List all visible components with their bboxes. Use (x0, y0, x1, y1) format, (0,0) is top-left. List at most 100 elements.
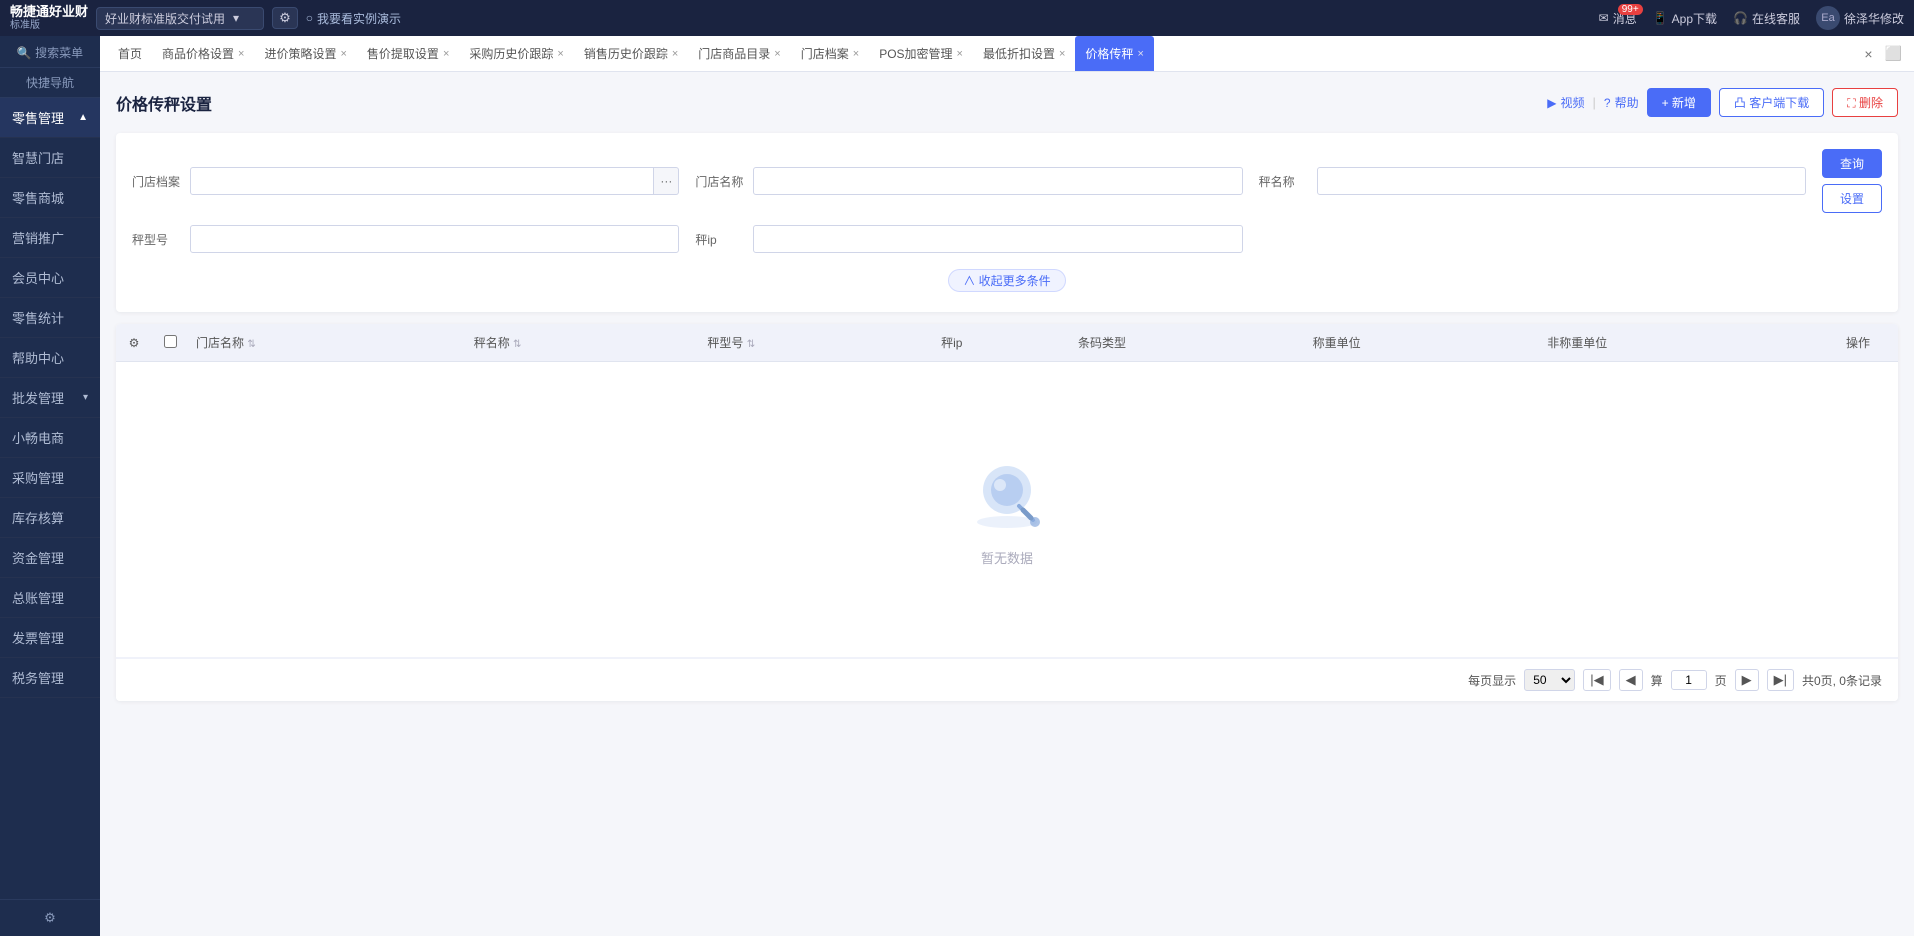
demo-link[interactable]: ○ 我要看实例演示 (306, 10, 401, 27)
tab-store-catalog-close[interactable]: × (774, 48, 780, 60)
app-download-button[interactable]: 📱 App下载 (1653, 10, 1717, 27)
tab-price-transfer[interactable]: 价格传秤 × (1075, 36, 1153, 72)
filter-row-1: 门店档案 ··· 门店名称 秤名称 (132, 149, 1882, 213)
tab-pos-management[interactable]: POS加密管理 × (869, 36, 973, 72)
user-name: 徐泽华修改 (1844, 10, 1904, 27)
tab-purchase-history-close[interactable]: × (557, 48, 563, 60)
sidebar-item-retail-mall-label: 零售商城 (12, 188, 64, 207)
sidebar-item-inventory[interactable]: 库存核算 (0, 498, 100, 538)
table-select-all[interactable] (164, 335, 177, 348)
sort-icon[interactable]: ⇅ (747, 339, 755, 350)
headset-icon: 🎧 (1733, 11, 1748, 25)
sidebar-item-tax[interactable]: 税务管理 (0, 658, 100, 698)
filter-store-archive-label: 门店档案 (132, 173, 182, 190)
version-label: 好业财标准版交付试用 (105, 10, 225, 27)
filter-store-name-label: 门店名称 (695, 173, 745, 190)
filter-scale-model: 秤型号 (132, 225, 679, 253)
tab-price-transfer-close[interactable]: × (1137, 48, 1143, 60)
pagination-page-label: 页 (1715, 672, 1727, 689)
tab-purchase-history[interactable]: 采购历史价跟踪 × (459, 36, 573, 72)
sidebar-item-help-center[interactable]: 帮助中心 (0, 338, 100, 378)
help-link[interactable]: ? 帮助 (1604, 94, 1639, 111)
online-service-button[interactable]: 🎧 在线客服 (1733, 10, 1800, 27)
tab-product-price-label: 商品价格设置 (162, 45, 234, 62)
tab-pos-management-close[interactable]: × (957, 48, 963, 60)
sidebar-item-invoice[interactable]: 发票管理 (0, 618, 100, 658)
tab-purchase-strategy[interactable]: 进价策略设置 × (254, 36, 356, 72)
tab-min-discount-close[interactable]: × (1059, 48, 1065, 60)
filter-scale-model-label: 秤型号 (132, 231, 182, 248)
tab-min-discount[interactable]: 最低折扣设置 × (973, 36, 1075, 72)
new-button[interactable]: + 新增 (1647, 88, 1711, 117)
sidebar-item-wholesale-mgmt[interactable]: 批发管理 ▾ (0, 378, 100, 418)
tab-sale-extract-close[interactable]: × (443, 48, 449, 60)
video-link[interactable]: ▶ 视频 (1547, 94, 1584, 111)
tab-store-archive[interactable]: 门店档案 × (791, 36, 869, 72)
sidebar-item-purchase-mgmt[interactable]: 采购管理 (0, 458, 100, 498)
tab-store-catalog[interactable]: 门店商品目录 × (688, 36, 790, 72)
pagination-page-size-select[interactable]: 50 10 20 100 (1524, 669, 1575, 691)
version-select[interactable]: 好业财标准版交付试用 ▾ (96, 7, 264, 30)
sidebar-item-retail-mgmt[interactable]: 零售管理 ▲ (0, 98, 100, 138)
sidebar-item-xiao-chang-label: 小畅电商 (12, 428, 64, 447)
filter-store-archive-input[interactable] (190, 167, 654, 195)
sidebar-item-member-center[interactable]: 会员中心 (0, 258, 100, 298)
delete-button[interactable]: ⛶ 删除 (1832, 88, 1898, 117)
pagination-page-input[interactable] (1671, 670, 1707, 690)
app-name: 畅捷通好业财 (10, 4, 88, 20)
tab-sale-history-close[interactable]: × (672, 48, 678, 60)
gear-icon[interactable]: ⚙ (129, 336, 140, 350)
filter-store-archive-btn[interactable]: ··· (654, 167, 679, 195)
pagination-prev-button[interactable]: ◀ (1619, 669, 1643, 691)
sidebar-search[interactable]: 🔍 搜索菜单 (0, 36, 100, 68)
chevron-down-icon: ▾ (233, 11, 239, 25)
sort-icon[interactable]: ⇅ (513, 339, 521, 350)
filter-scale-name-input[interactable] (1317, 167, 1806, 195)
tab-sale-extract-label: 售价提取设置 (367, 45, 439, 62)
chevron-up-icon: ▲ (78, 112, 88, 123)
table-body: 暂无数据 (116, 362, 1898, 658)
table-header-scale-model: 秤型号 ⇅ (699, 324, 933, 362)
sidebar-quick-nav[interactable]: 快捷导航 (0, 68, 100, 98)
collapse-button[interactable]: ∧ 收起更多条件 (948, 269, 1065, 292)
tab-store-archive-close[interactable]: × (853, 48, 859, 60)
tab-home[interactable]: 首页 (108, 36, 152, 72)
sidebar-search-label: 搜索菜单 (35, 46, 83, 60)
sort-icon[interactable]: ⇅ (247, 339, 255, 350)
query-button[interactable]: 查询 (1822, 149, 1882, 178)
app-download-label: App下载 (1672, 10, 1717, 27)
sidebar-item-retail-stats[interactable]: 零售统计 (0, 298, 100, 338)
pagination-next-button[interactable]: ▶ (1735, 669, 1759, 691)
sidebar-item-inventory-label: 库存核算 (12, 508, 64, 527)
filter-scale-name-label: 秤名称 (1259, 173, 1309, 190)
sidebar-item-xiao-chang[interactable]: 小畅电商 (0, 418, 100, 458)
sidebar-item-marketing[interactable]: 营销推广 (0, 218, 100, 258)
filter-store-name-input[interactable] (753, 167, 1242, 195)
user-info[interactable]: Ea 徐泽华修改 (1816, 6, 1904, 30)
tab-sale-history[interactable]: 销售历史价跟踪 × (574, 36, 688, 72)
version-settings-button[interactable]: ⚙ (272, 7, 298, 29)
pagination-first-button[interactable]: |◀ (1583, 669, 1610, 691)
pagination-jump-label: 算 (1651, 672, 1663, 689)
pagination-last-button[interactable]: ▶| (1767, 669, 1794, 691)
sidebar-settings-button[interactable]: ⚙ (0, 899, 100, 936)
sidebar-item-capital[interactable]: 资金管理 (0, 538, 100, 578)
tab-expand-button[interactable]: ⬜ (1881, 43, 1906, 64)
tab-product-price[interactable]: 商品价格设置 × (152, 36, 254, 72)
download-button[interactable]: 凸 客户端下载 (1719, 88, 1824, 117)
sidebar-item-retail-mall[interactable]: 零售商城 (0, 178, 100, 218)
filter-row-2: 秤型号 秤ip (132, 225, 1882, 253)
tab-close-button[interactable]: × (1860, 44, 1876, 64)
filter-scale-name: 秤名称 (1259, 167, 1806, 195)
sidebar-item-general-ledger[interactable]: 总账管理 (0, 578, 100, 618)
filter-scale-model-input[interactable] (190, 225, 679, 253)
tab-product-price-close[interactable]: × (238, 48, 244, 60)
tab-sale-extract[interactable]: 售价提取设置 × (357, 36, 459, 72)
message-button[interactable]: ✉ 消息 99+ (1599, 10, 1637, 27)
filter-scale-ip-input[interactable] (753, 225, 1242, 253)
sidebar-item-smart-store[interactable]: 智慧门店 (0, 138, 100, 178)
tab-purchase-strategy-close[interactable]: × (340, 48, 346, 60)
sidebar-item-purchase-mgmt-label: 采购管理 (12, 468, 64, 487)
sidebar-quick-nav-label: 快捷导航 (26, 76, 74, 90)
settings-button[interactable]: 设置 (1822, 184, 1882, 213)
